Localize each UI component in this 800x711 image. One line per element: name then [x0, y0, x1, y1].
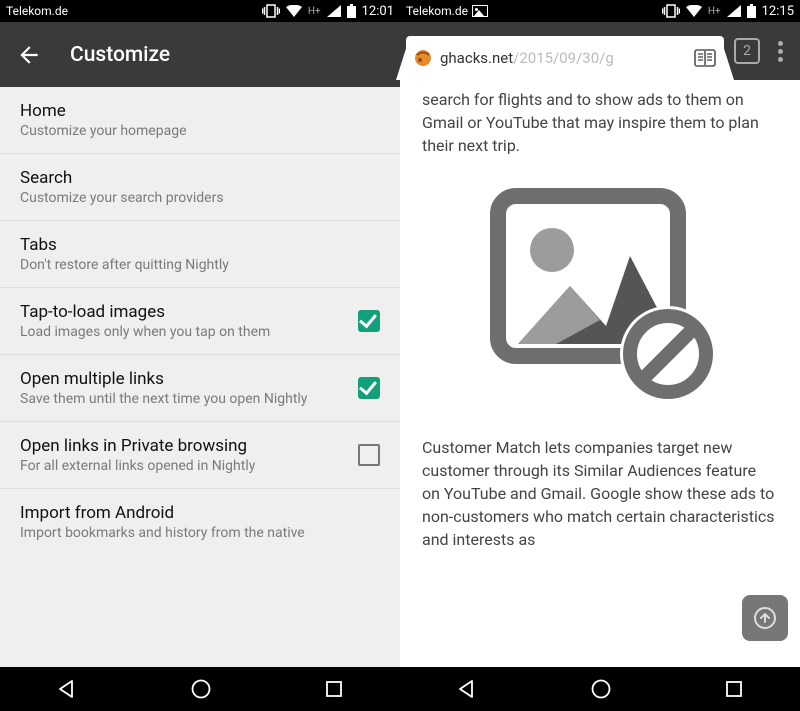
settings-row-tap-to-load[interactable]: Tap-to-load images Load images only when …	[0, 288, 400, 355]
row-label: Open multiple links	[20, 369, 346, 389]
article-paragraph: search for flights and to show ads to th…	[422, 88, 778, 158]
square-recents-icon	[324, 679, 344, 699]
scroll-top-button[interactable]	[742, 595, 788, 641]
triangle-back-icon	[456, 678, 478, 700]
square-recents-icon	[724, 679, 744, 699]
image-blocked-icon	[480, 186, 720, 406]
row-label: Open links in Private browsing	[20, 436, 346, 456]
arrow-up-circle-icon	[753, 606, 777, 630]
settings-row-home[interactable]: Home Customize your homepage	[0, 87, 400, 154]
network-type-label: H+	[708, 6, 721, 17]
signal-icon	[727, 5, 741, 17]
nav-home-button[interactable]	[190, 678, 212, 700]
settings-row-tabs[interactable]: Tabs Don't restore after quitting Nightly	[0, 221, 400, 288]
nav-bar	[400, 667, 800, 711]
settings-row-multiple-links[interactable]: Open multiple links Save them until the n…	[0, 355, 400, 422]
browser-toolbar: ghacks.net/2015/09/30/g 2	[400, 22, 800, 80]
settings-row-import[interactable]: Import from Android Import bookmarks and …	[0, 489, 400, 555]
row-label: Import from Android	[20, 503, 380, 523]
signal-icon	[327, 5, 341, 17]
clock-label: 12:01	[362, 4, 394, 19]
checkbox-unchecked-icon[interactable]	[358, 444, 380, 466]
row-sub: Save them until the next time you open N…	[20, 391, 346, 407]
settings-row-search[interactable]: Search Customize your search providers	[0, 154, 400, 221]
nav-back-button[interactable]	[456, 678, 478, 700]
menu-button[interactable]	[770, 41, 790, 62]
nav-recents-button[interactable]	[724, 679, 744, 699]
arrow-left-icon	[16, 42, 42, 68]
nav-bar	[0, 667, 400, 711]
status-icons: H+	[662, 4, 756, 18]
row-sub: Customize your search providers	[20, 190, 380, 206]
row-sub: Customize your homepage	[20, 123, 380, 139]
favicon-icon	[414, 49, 432, 67]
dot-icon	[778, 41, 783, 46]
battery-icon	[747, 4, 756, 18]
row-sub: For all external links opened in Nightly	[20, 458, 346, 474]
nav-home-button[interactable]	[590, 678, 612, 700]
left-phone: Telekom.de H+ 12:01 Customize Home Custom…	[0, 0, 400, 711]
carrier-label: Telekom.de	[406, 4, 468, 18]
page-title: Customize	[70, 43, 170, 67]
circle-home-icon	[590, 678, 612, 700]
row-label: Tabs	[20, 235, 380, 255]
settings-row-private-browsing[interactable]: Open links in Private browsing For all ex…	[0, 422, 400, 489]
settings-list[interactable]: Home Customize your homepage Search Custom…	[0, 87, 400, 667]
image-placeholder	[480, 186, 720, 406]
triangle-back-icon	[56, 678, 78, 700]
url-tab: ghacks.net/2015/09/30/g	[406, 36, 724, 80]
status-icons: H+	[262, 4, 356, 18]
row-label: Home	[20, 101, 380, 121]
row-sub: Don't restore after quitting Nightly	[20, 257, 380, 273]
article-paragraph: Customer Match lets companies target new…	[422, 436, 778, 552]
row-label: Tap-to-load images	[20, 302, 346, 322]
row-sub: Import bookmarks and history from the na…	[20, 525, 380, 541]
vibrate-icon	[262, 4, 280, 18]
status-bar: Telekom.de H+ 12:15	[400, 0, 800, 22]
row-label: Search	[20, 168, 380, 188]
right-phone: Telekom.de H+ 12:15 ghacks.net/2015/09/3…	[400, 0, 800, 711]
clock-label: 12:15	[762, 4, 794, 19]
page-content[interactable]: search for flights and to show ads to th…	[400, 80, 800, 667]
row-sub: Load images only when you tap on them	[20, 324, 346, 340]
wifi-icon	[686, 5, 702, 17]
network-type-label: H+	[308, 6, 321, 17]
nav-back-button[interactable]	[56, 678, 78, 700]
picture-notification-icon	[472, 5, 488, 17]
nav-recents-button[interactable]	[324, 679, 344, 699]
dot-icon	[778, 57, 783, 62]
url-bar[interactable]: ghacks.net/2015/09/30/g	[406, 36, 724, 80]
checkbox-checked-icon[interactable]	[358, 377, 380, 399]
status-bar: Telekom.de H+ 12:01	[0, 0, 400, 22]
app-bar: Customize	[0, 22, 400, 87]
carrier-label: Telekom.de	[6, 4, 68, 18]
vibrate-icon	[662, 4, 680, 18]
tab-count-button[interactable]: 2	[734, 38, 760, 64]
checkbox-checked-icon[interactable]	[358, 310, 380, 332]
dot-icon	[778, 49, 783, 54]
battery-icon	[347, 4, 356, 18]
circle-home-icon	[190, 678, 212, 700]
back-button[interactable]	[16, 42, 42, 68]
reader-mode-icon[interactable]	[694, 49, 716, 67]
wifi-icon	[286, 5, 302, 17]
url-text: ghacks.net/2015/09/30/g	[440, 49, 686, 67]
